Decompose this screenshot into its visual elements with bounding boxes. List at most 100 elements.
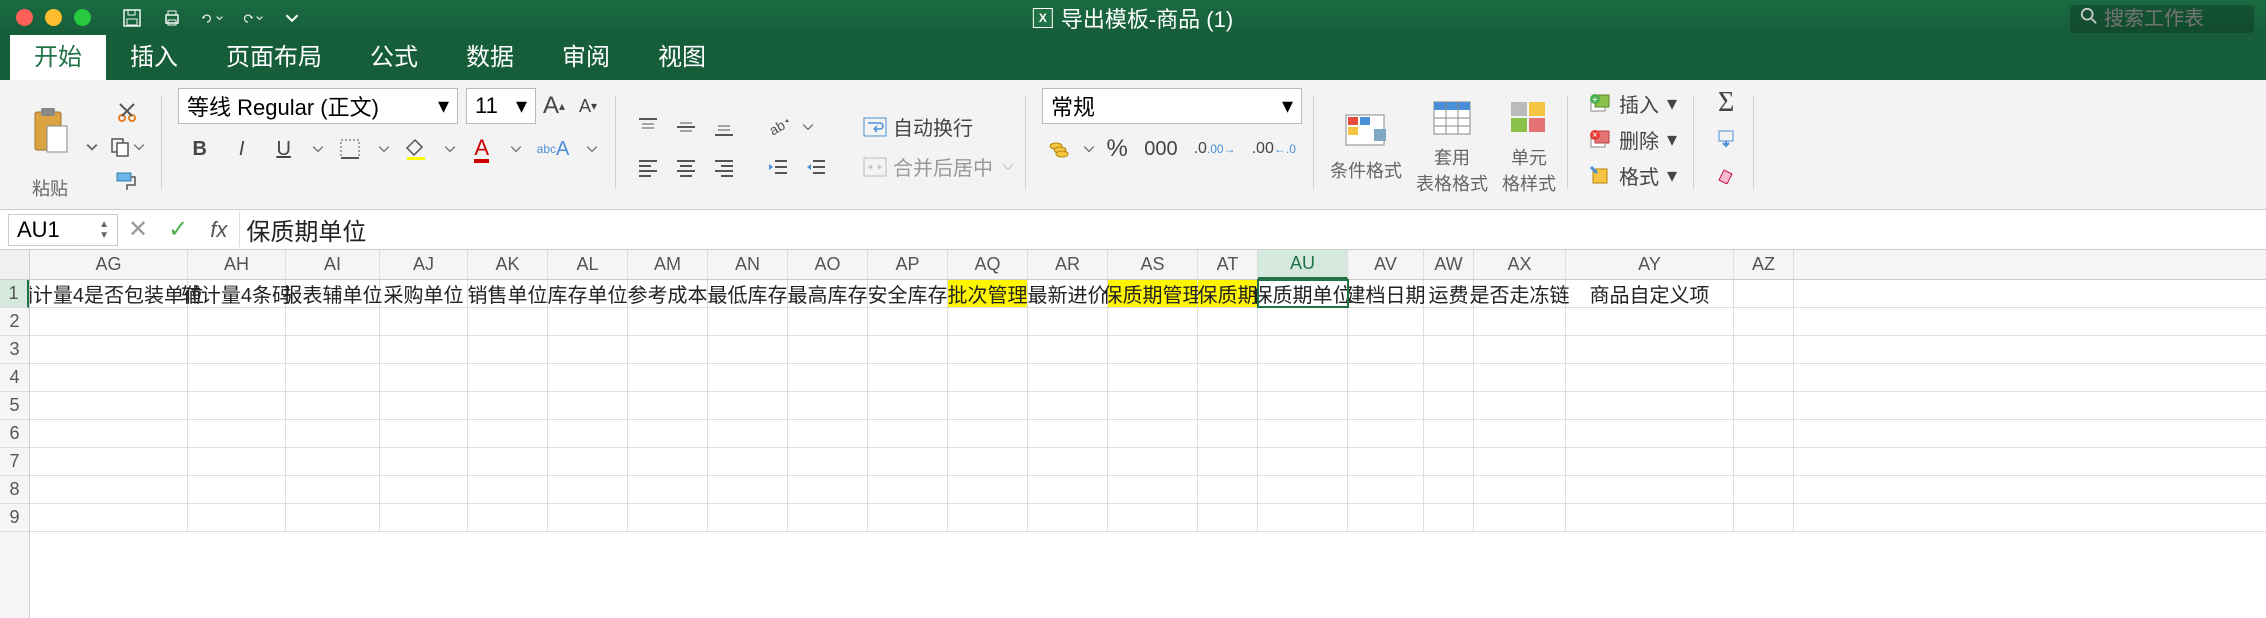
col-header-AK[interactable]: AK xyxy=(468,250,548,279)
cell[interactable] xyxy=(1566,420,1734,447)
col-header-AS[interactable]: AS xyxy=(1108,250,1198,279)
orientation-button[interactable]: ab xyxy=(762,112,794,142)
increase-decimal-button[interactable]: .0.00→ xyxy=(1189,134,1241,164)
col-header-AX[interactable]: AX xyxy=(1474,250,1566,279)
cell[interactable] xyxy=(1028,308,1108,335)
cell[interactable] xyxy=(188,336,286,363)
cell[interactable]: 保质期 xyxy=(1198,280,1258,307)
cell[interactable]: 辅计量4条码 xyxy=(188,280,286,307)
cell[interactable] xyxy=(708,364,788,391)
cell[interactable] xyxy=(1348,420,1424,447)
cell[interactable] xyxy=(286,504,380,531)
merge-dropdown-icon[interactable] xyxy=(1002,161,1014,173)
cell[interactable] xyxy=(1348,504,1424,531)
cell[interactable] xyxy=(30,476,188,503)
cell[interactable] xyxy=(286,420,380,447)
cell[interactable] xyxy=(1028,448,1108,475)
cell[interactable]: 保质期单位 xyxy=(1258,280,1348,307)
currency-dropdown-icon[interactable] xyxy=(1083,143,1095,155)
minimize-icon[interactable] xyxy=(45,9,62,26)
cell[interactable] xyxy=(1348,336,1424,363)
cell[interactable] xyxy=(948,504,1028,531)
cell[interactable] xyxy=(30,448,188,475)
cell[interactable] xyxy=(548,448,628,475)
cell[interactable]: 销售单位 xyxy=(468,280,548,307)
font-color-button[interactable]: A xyxy=(466,134,498,164)
cell[interactable] xyxy=(1424,476,1474,503)
cell[interactable] xyxy=(1198,420,1258,447)
shrink-font-button[interactable]: A▾ xyxy=(572,91,604,121)
cell[interactable] xyxy=(188,364,286,391)
col-header-AN[interactable]: AN xyxy=(708,250,788,279)
cell[interactable] xyxy=(1258,308,1348,335)
cell[interactable] xyxy=(468,420,548,447)
cell[interactable] xyxy=(30,420,188,447)
cell[interactable] xyxy=(1198,504,1258,531)
cell[interactable] xyxy=(1258,420,1348,447)
cell[interactable] xyxy=(548,364,628,391)
decrease-decimal-button[interactable]: .00←.0 xyxy=(1247,134,1301,164)
cell[interactable] xyxy=(1424,420,1474,447)
cell[interactable] xyxy=(1348,392,1424,419)
col-header-AV[interactable]: AV xyxy=(1348,250,1424,279)
cell[interactable] xyxy=(1734,280,1794,307)
align-top-button[interactable] xyxy=(632,112,664,142)
cell[interactable] xyxy=(708,308,788,335)
format-cells-button[interactable]: 格式▾ xyxy=(1584,160,1682,190)
cell[interactable] xyxy=(1348,308,1424,335)
cell[interactable] xyxy=(628,336,708,363)
cell[interactable] xyxy=(1424,504,1474,531)
undo-icon[interactable] xyxy=(201,7,223,29)
col-header-AL[interactable]: AL xyxy=(548,250,628,279)
redo-icon[interactable] xyxy=(241,7,263,29)
cell[interactable] xyxy=(548,476,628,503)
cell[interactable] xyxy=(708,392,788,419)
formula-input[interactable]: 保质期单位 xyxy=(239,212,366,247)
cell[interactable] xyxy=(468,336,548,363)
cell[interactable] xyxy=(948,392,1028,419)
cell[interactable] xyxy=(380,448,468,475)
grow-font-button[interactable]: A▴ xyxy=(538,91,570,121)
col-header-AT[interactable]: AT xyxy=(1198,250,1258,279)
cell[interactable] xyxy=(1566,392,1734,419)
cell[interactable] xyxy=(868,392,948,419)
cell[interactable] xyxy=(380,476,468,503)
cell[interactable] xyxy=(468,504,548,531)
row-header[interactable]: 5 xyxy=(0,392,29,420)
cell[interactable] xyxy=(1258,448,1348,475)
cell[interactable] xyxy=(1258,476,1348,503)
cell[interactable] xyxy=(1474,336,1566,363)
cell[interactable] xyxy=(1198,392,1258,419)
cell[interactable] xyxy=(380,420,468,447)
orientation-dropdown-icon[interactable] xyxy=(802,121,814,133)
cell[interactable] xyxy=(1198,448,1258,475)
clear-button[interactable] xyxy=(1710,160,1742,190)
cell[interactable] xyxy=(948,308,1028,335)
underline-dropdown-icon[interactable] xyxy=(312,143,324,155)
cell[interactable] xyxy=(1424,392,1474,419)
cell[interactable] xyxy=(188,420,286,447)
cell[interactable] xyxy=(1424,308,1474,335)
cell[interactable] xyxy=(188,476,286,503)
cell[interactable] xyxy=(1734,476,1794,503)
cell[interactable] xyxy=(1258,504,1348,531)
cell[interactable] xyxy=(468,476,548,503)
cell[interactable] xyxy=(1028,476,1108,503)
cell-styles-button[interactable]: 单元 格样式 xyxy=(1502,98,1556,196)
cell[interactable]: 采购单位 xyxy=(380,280,468,307)
cell[interactable] xyxy=(188,392,286,419)
paste-button[interactable] xyxy=(22,93,78,169)
cell[interactable] xyxy=(1566,308,1734,335)
cell[interactable] xyxy=(1198,476,1258,503)
col-header-AU[interactable]: AU xyxy=(1258,250,1348,279)
cell[interactable] xyxy=(1474,476,1566,503)
cell[interactable] xyxy=(30,392,188,419)
cell[interactable] xyxy=(1474,392,1566,419)
indent-decrease-button[interactable] xyxy=(762,152,794,182)
cell[interactable] xyxy=(286,308,380,335)
cell[interactable] xyxy=(380,364,468,391)
cell[interactable] xyxy=(788,420,868,447)
col-header-AZ[interactable]: AZ xyxy=(1734,250,1794,279)
cell[interactable] xyxy=(286,448,380,475)
merge-center-button[interactable]: 合并后居中 xyxy=(858,152,998,182)
